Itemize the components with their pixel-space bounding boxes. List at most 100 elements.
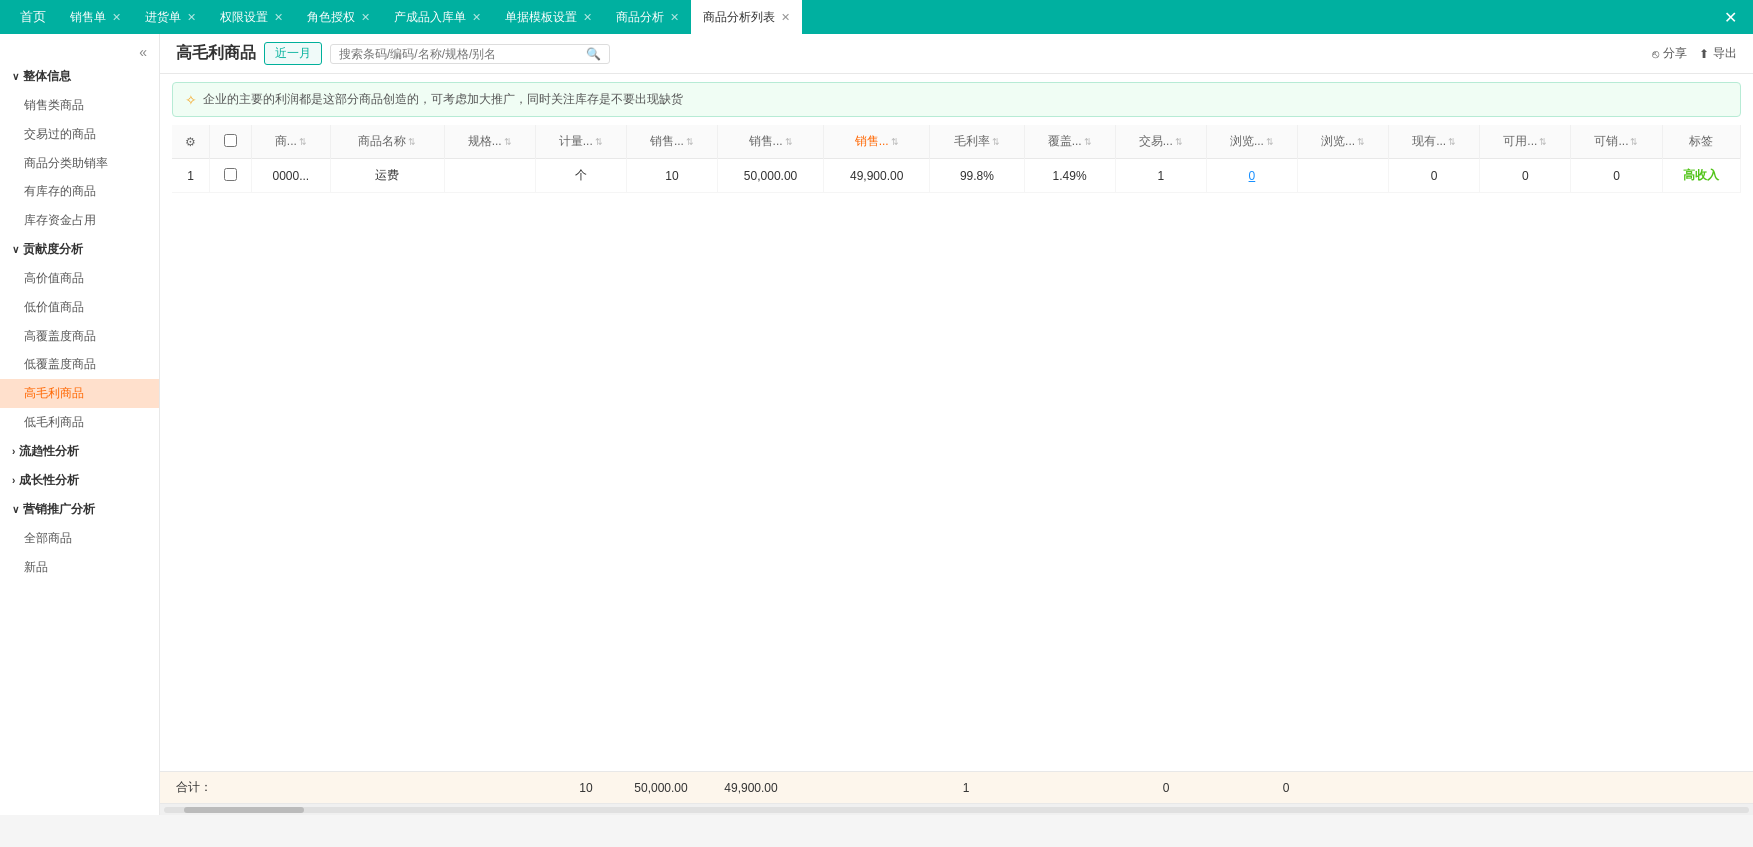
close-analysis-tab[interactable]: ✕ [670,11,679,24]
th-available-stock[interactable]: 可用...⇅ [1480,125,1571,159]
tip-text: 企业的主要的利润都是这部分商品创造的，可考虑加大推广，同时关注库存是不要出现缺货 [203,91,683,108]
th-gear[interactable]: ⚙ [172,125,210,159]
data-table: ⚙ 商...⇅ 商品名称⇅ 规格...⇅ 计量...⇅ 销售...⇅ 销售...… [172,125,1741,193]
tip-banner: ✧ 企业的主要的利润都是这部分商品创造的，可考虑加大推广，同时关注库存是不要出现… [172,82,1741,117]
sidebar-group-trend[interactable]: › 流趋性分析 [0,437,159,466]
th-sale-amount[interactable]: 销售...⇅ [718,125,824,159]
table-row: 1 0000... 运费 个 10 50,000.00 49,900.00 99… [172,159,1741,193]
row-select-checkbox[interactable] [224,168,237,181]
th-sale-profit[interactable]: 销售...⇅ [824,125,930,159]
close-sales-tab[interactable]: ✕ [112,11,121,24]
row-current-stock: 0 [1389,159,1480,193]
sidebar-group-marketing[interactable]: ∨ 营销推广分析 [0,495,159,524]
nav-tab-analysis-list[interactable]: 商品分析列表 ✕ [691,0,802,34]
th-view2[interactable]: 浏览...⇅ [1297,125,1388,159]
footer-bar: 合计： 10 50,000.00 49,900.00 1 0 0 [160,771,1753,803]
row-gross-margin: 99.8% [930,159,1024,193]
tip-icon: ✧ [185,92,197,108]
close-permission-tab[interactable]: ✕ [274,11,283,24]
th-name[interactable]: 商品名称⇅ [331,125,445,159]
group-arrow-growth: › [12,475,15,486]
nav-tab-home[interactable]: 首页 [8,0,58,34]
share-button[interactable]: ⎋ 分享 [1652,45,1687,62]
row-sale-amount: 50,000.00 [718,159,824,193]
nav-tab-production[interactable]: 产成品入库单 ✕ [382,0,493,34]
row-unit: 个 [535,159,626,193]
close-template-tab[interactable]: ✕ [583,11,592,24]
sidebar-item-all-goods[interactable]: 全部商品 [0,524,159,553]
sidebar: « ∨ 整体信息 销售类商品 交易过的商品 商品分类助销率 有库存的商品 库存资… [0,34,160,815]
nav-bar: 首页 销售单 ✕ 进货单 ✕ 权限设置 ✕ 角色授权 ✕ 产成品入库单 ✕ 单据… [0,0,1753,34]
th-gross-margin[interactable]: 毛利率⇅ [930,125,1024,159]
sidebar-item-stock-capital[interactable]: 库存资金占用 [0,206,159,235]
close-all-tabs[interactable]: ✕ [1716,8,1745,27]
th-spec[interactable]: 规格...⇅ [444,125,535,159]
content-area: 高毛利商品 近一月 🔍 ⎋ 分享 ⬆ 导出 ✧ 企业的主要的利润都是这部分商品创… [160,34,1753,815]
select-all-checkbox[interactable] [224,134,237,147]
nav-tab-role[interactable]: 角色授权 ✕ [295,0,382,34]
nav-tab-purchase[interactable]: 进货单 ✕ [133,0,208,34]
close-purchase-tab[interactable]: ✕ [187,11,196,24]
th-current-stock[interactable]: 现有...⇅ [1389,125,1480,159]
row-view1[interactable]: 0 [1206,159,1297,193]
table-header-row: ⚙ 商...⇅ 商品名称⇅ 规格...⇅ 计量...⇅ 销售...⇅ 销售...… [172,125,1741,159]
sidebar-group-growth[interactable]: › 成长性分析 [0,466,159,495]
footer-saleable-stock: 0 [1256,781,1316,795]
row-sale-count: 10 [626,159,717,193]
page-title: 高毛利商品 [176,43,256,64]
main-layout: « ∨ 整体信息 销售类商品 交易过的商品 商品分类助销率 有库存的商品 库存资… [0,34,1753,815]
th-trade[interactable]: 交易...⇅ [1115,125,1206,159]
sidebar-item-low-margin[interactable]: 低毛利商品 [0,408,159,437]
th-checkbox[interactable] [210,125,252,159]
footer-trade: 1 [936,781,996,795]
th-saleable-stock[interactable]: 可销...⇅ [1571,125,1662,159]
th-sale-count[interactable]: 销售...⇅ [626,125,717,159]
th-code[interactable]: 商...⇅ [251,125,330,159]
row-spec [444,159,535,193]
filter-recent-month-button[interactable]: 近一月 [264,42,322,65]
sidebar-group-overall[interactable]: ∨ 整体信息 [0,62,159,91]
nav-tab-permission[interactable]: 权限设置 ✕ [208,0,295,34]
export-button[interactable]: ⬆ 导出 [1699,45,1737,62]
th-unit[interactable]: 计量...⇅ [535,125,626,159]
sidebar-item-traded-goods[interactable]: 交易过的商品 [0,120,159,149]
sidebar-item-category-rate[interactable]: 商品分类助销率 [0,149,159,178]
scrollbar-thumb[interactable] [184,807,304,813]
search-input[interactable] [339,47,582,61]
scrollbar-track [164,807,1749,813]
group-arrow-overall: ∨ [12,71,19,82]
th-tag[interactable]: 标签 [1662,125,1740,159]
sidebar-item-sales-goods[interactable]: 销售类商品 [0,91,159,120]
sidebar-item-stock-goods[interactable]: 有库存的商品 [0,177,159,206]
row-checkbox[interactable] [210,159,252,193]
th-view1[interactable]: 浏览...⇅ [1206,125,1297,159]
sidebar-item-new-goods[interactable]: 新品 [0,553,159,582]
sidebar-collapse-button[interactable]: « [135,44,151,60]
footer-cells: 10 50,000.00 49,900.00 1 0 0 [236,781,1737,795]
row-view2 [1297,159,1388,193]
footer-current-stock: 0 [1136,781,1196,795]
row-tag: 高收入 [1662,159,1740,193]
group-arrow-trend: › [12,446,15,457]
sidebar-item-low-value[interactable]: 低价值商品 [0,293,159,322]
sidebar-item-low-coverage[interactable]: 低覆盖度商品 [0,350,159,379]
close-role-tab[interactable]: ✕ [361,11,370,24]
th-coverage[interactable]: 覆盖...⇅ [1024,125,1115,159]
export-icon: ⬆ [1699,47,1709,61]
nav-tab-sales[interactable]: 销售单 ✕ [58,0,133,34]
sidebar-item-high-value[interactable]: 高价值商品 [0,264,159,293]
row-saleable-stock: 0 [1571,159,1662,193]
horizontal-scrollbar[interactable] [160,803,1753,815]
row-trade: 1 [1115,159,1206,193]
close-analysis-list-tab[interactable]: ✕ [781,11,790,24]
sidebar-group-contribution[interactable]: ∨ 贡献度分析 [0,235,159,264]
nav-tab-analysis[interactable]: 商品分析 ✕ [604,0,691,34]
close-production-tab[interactable]: ✕ [472,11,481,24]
search-icon[interactable]: 🔍 [586,47,601,61]
sidebar-item-high-coverage[interactable]: 高覆盖度商品 [0,322,159,351]
sidebar-item-high-margin[interactable]: 高毛利商品 [0,379,159,408]
row-sale-profit: 49,900.00 [824,159,930,193]
group-arrow-contribution: ∨ [12,244,19,255]
row-name: 运费 [331,159,445,193]
nav-tab-template[interactable]: 单据模板设置 ✕ [493,0,604,34]
